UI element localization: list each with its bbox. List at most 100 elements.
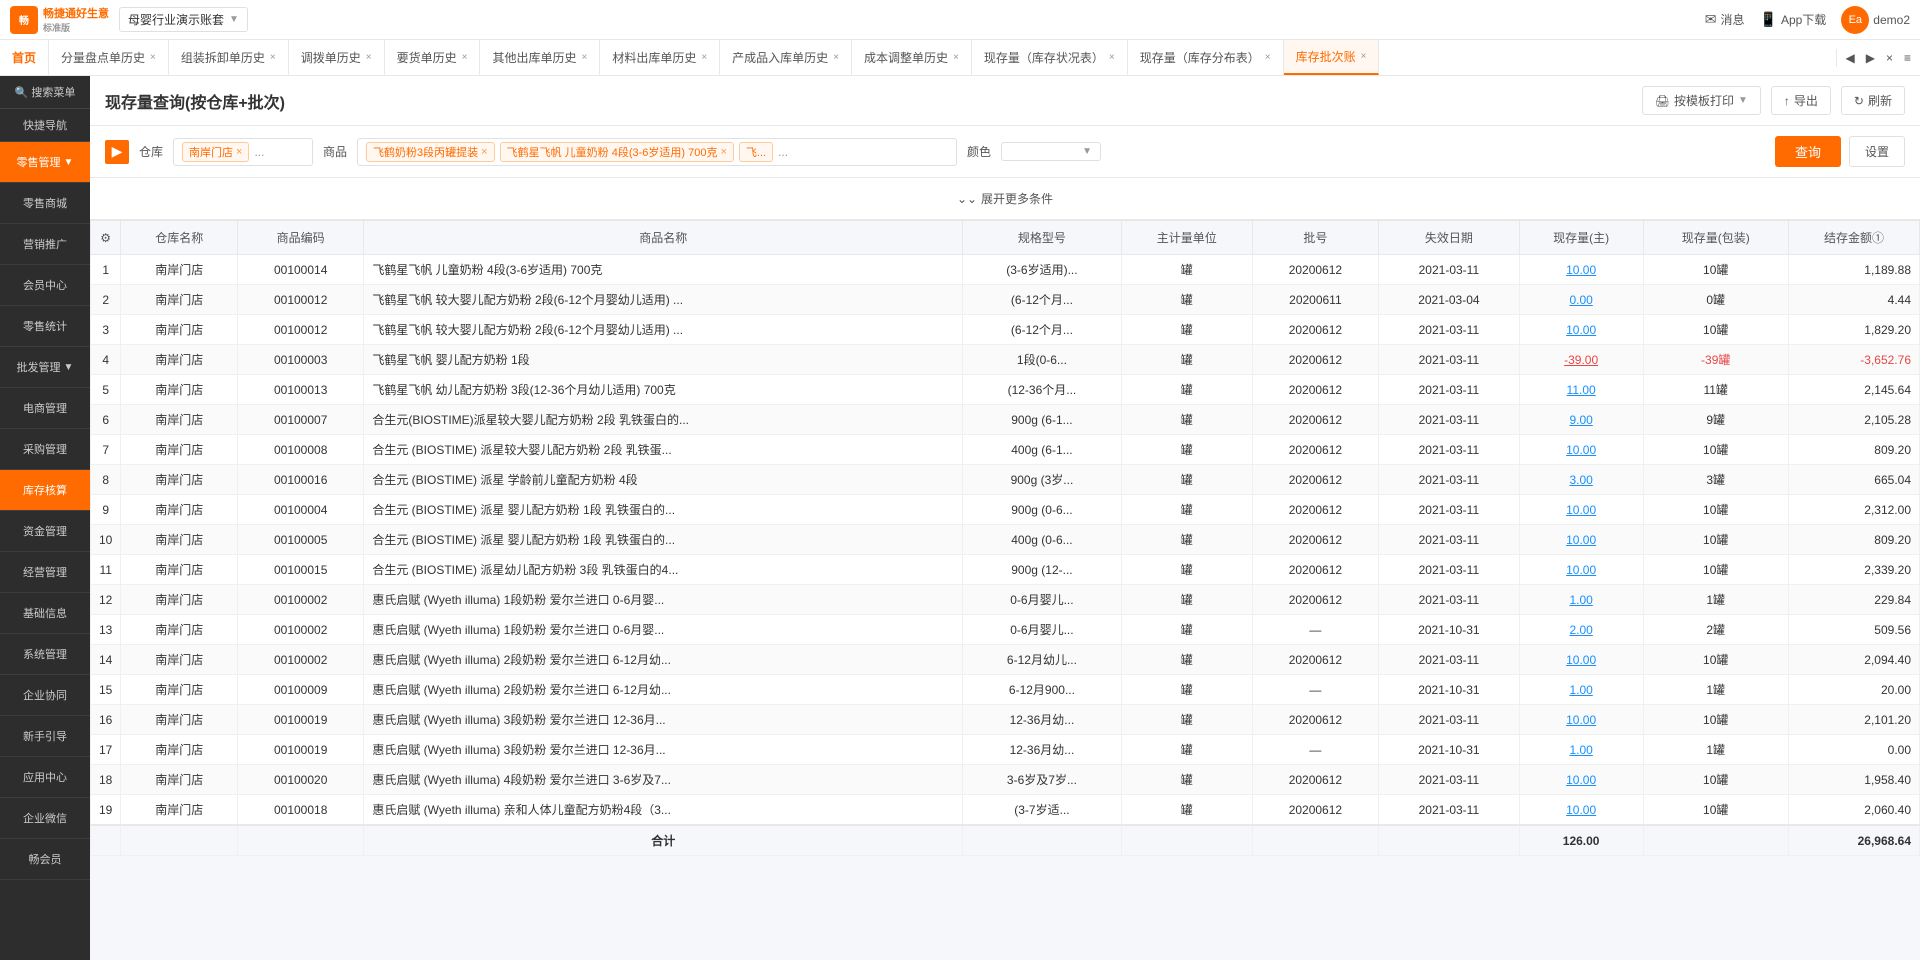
- search-button[interactable]: 查询: [1775, 136, 1841, 167]
- product-tag-close-2[interactable]: ×: [720, 146, 726, 158]
- tab-close-8[interactable]: ×: [953, 52, 959, 63]
- sidebar-search[interactable]: 🔍 搜索菜单: [0, 76, 90, 109]
- tab-10[interactable]: 现存量（库存分布表） ×: [1128, 40, 1284, 75]
- sidebar-item-wechat[interactable]: 企业微信: [0, 798, 90, 839]
- page-header: 现存量查询(按仓库+批次) 🖨 按模板打印 ▼ ↑ 导出 ↻ 刷新: [90, 76, 1920, 126]
- expand-more-button[interactable]: ⌄⌄ 展开更多条件: [949, 186, 1061, 211]
- user-menu[interactable]: Ea demo2: [1841, 6, 1910, 34]
- tab-close-9[interactable]: ×: [1109, 52, 1115, 63]
- warehouse-filter-label: 仓库: [139, 143, 163, 160]
- tab-close-2[interactable]: ×: [270, 52, 276, 63]
- cell-qty-main[interactable]: 10.00: [1519, 765, 1643, 795]
- tab-9[interactable]: 现存量（库存状况表） ×: [972, 40, 1128, 75]
- sidebar-item-member[interactable]: 会员中心: [0, 265, 90, 306]
- product-tag-2[interactable]: 飞鹤星飞帆 儿童奶粉 4段(3-6岁适用) 700克 ×: [500, 142, 734, 162]
- cell-qty-main[interactable]: 1.00: [1519, 585, 1643, 615]
- warehouse-tag-close[interactable]: ×: [236, 146, 242, 158]
- cell-qty-main[interactable]: -39.00: [1519, 345, 1643, 375]
- tab-close-3[interactable]: ×: [366, 52, 372, 63]
- sidebar-item-wholesale[interactable]: 批发管理 ▼: [0, 347, 90, 388]
- tab-home[interactable]: 首页: [0, 40, 49, 75]
- sidebar-item-enterprise[interactable]: 企业协同: [0, 675, 90, 716]
- tab-nav-left[interactable]: ◀: [1842, 49, 1859, 67]
- sidebar-item-inventory[interactable]: 库存核算: [0, 470, 90, 511]
- tab-close-11[interactable]: ×: [1361, 51, 1367, 62]
- color-filter-chevron[interactable]: ▼: [1082, 146, 1092, 157]
- app-download-button[interactable]: 📱 App下载: [1760, 11, 1827, 28]
- cell-qty-main[interactable]: 10.00: [1519, 705, 1643, 735]
- tab-close-6[interactable]: ×: [701, 52, 707, 63]
- cell-qty-main[interactable]: 3.00: [1519, 465, 1643, 495]
- tab-close-5[interactable]: ×: [581, 52, 587, 63]
- sidebar-item-finance[interactable]: 资金管理: [0, 511, 90, 552]
- cell-qty-main[interactable]: 10.00: [1519, 435, 1643, 465]
- sidebar-item-operations[interactable]: 经营管理: [0, 552, 90, 593]
- sidebar-item-basic-info[interactable]: 基础信息: [0, 593, 90, 634]
- warehouse-tag[interactable]: 南岸门店 ×: [182, 142, 249, 162]
- product-tag-more[interactable]: 飞...: [739, 142, 773, 162]
- warehouse-filter-input[interactable]: 南岸门店 × ...: [173, 138, 313, 166]
- tab-close-7[interactable]: ×: [833, 52, 839, 63]
- sidebar-quick-nav[interactable]: 快捷导航: [0, 109, 90, 142]
- sidebar-item-retail-stats[interactable]: 零售统计: [0, 306, 90, 347]
- sidebar-item-app-center[interactable]: 应用中心: [0, 757, 90, 798]
- tab-3[interactable]: 调拨单历史 ×: [289, 40, 385, 75]
- cell-qty-main[interactable]: 10.00: [1519, 795, 1643, 826]
- tab-2[interactable]: 组装拆卸单历史 ×: [169, 40, 289, 75]
- tab-4[interactable]: 要货单历史 ×: [385, 40, 481, 75]
- refresh-button[interactable]: ↻ 刷新: [1841, 86, 1905, 115]
- product-tag-close-1[interactable]: ×: [481, 146, 487, 158]
- cell-qty-main[interactable]: 1.00: [1519, 675, 1643, 705]
- message-button[interactable]: ✉ 消息: [1705, 11, 1745, 28]
- cell-qty-main[interactable]: 0.00: [1519, 285, 1643, 315]
- cell-qty-main[interactable]: 11.00: [1519, 375, 1643, 405]
- color-filter-input[interactable]: ▼: [1001, 142, 1101, 161]
- print-button[interactable]: 🖨 按模板打印 ▼: [1642, 86, 1761, 115]
- sidebar-item-marketing[interactable]: 营销推广: [0, 224, 90, 265]
- col-warehouse: 仓库名称: [121, 221, 238, 255]
- cell-expire: 2021-03-11: [1379, 435, 1520, 465]
- tab-close-4[interactable]: ×: [462, 52, 468, 63]
- tab-nav-close[interactable]: ×: [1882, 49, 1897, 67]
- tab-nav-right[interactable]: ▶: [1862, 49, 1879, 67]
- sidebar-item-ecommerce[interactable]: 电商管理: [0, 388, 90, 429]
- product-tag-1[interactable]: 飞鹤奶粉3段丙罐提装 ×: [366, 142, 495, 162]
- col-settings[interactable]: ⚙: [91, 221, 121, 255]
- cell-spec: 900g (6-1...: [963, 405, 1122, 435]
- cell-qty-main[interactable]: 9.00: [1519, 405, 1643, 435]
- cell-qty-main[interactable]: 2.00: [1519, 615, 1643, 645]
- sidebar-item-member2[interactable]: 畅会员: [0, 839, 90, 880]
- inventory-table: ⚙ 仓库名称 商品编码 商品名称 规格型号 主计量单位 批号 失效日期 现存量(…: [90, 220, 1920, 856]
- tab-nav-menu[interactable]: ≡: [1900, 49, 1915, 67]
- tab-7[interactable]: 产成品入库单历史 ×: [720, 40, 852, 75]
- cell-batch: —: [1252, 615, 1378, 645]
- tab-6[interactable]: 材料出库单历史 ×: [600, 40, 720, 75]
- cell-qty-main[interactable]: 10.00: [1519, 315, 1643, 345]
- tab-8[interactable]: 成本调整单历史 ×: [852, 40, 972, 75]
- tab-11[interactable]: 库存批次账 ×: [1284, 40, 1380, 75]
- cell-qty-main[interactable]: 10.00: [1519, 495, 1643, 525]
- product-filter-input[interactable]: 飞鹤奶粉3段丙罐提装 × 飞鹤星飞帆 儿童奶粉 4段(3-6岁适用) 700克 …: [357, 138, 957, 166]
- cell-qty-pkg: 10罐: [1643, 795, 1788, 826]
- filter-expand-arrow[interactable]: ▶: [105, 140, 129, 164]
- export-button[interactable]: ↑ 导出: [1771, 86, 1831, 115]
- sidebar-item-system[interactable]: 系统管理: [0, 634, 90, 675]
- cell-qty-main[interactable]: 1.00: [1519, 735, 1643, 765]
- tab-1[interactable]: 分量盘点单历史 ×: [49, 40, 169, 75]
- cell-qty-main[interactable]: 10.00: [1519, 645, 1643, 675]
- warehouse-more[interactable]: ...: [254, 145, 264, 159]
- tab-close-10[interactable]: ×: [1265, 52, 1271, 63]
- sidebar-item-purchase[interactable]: 采购管理: [0, 429, 90, 470]
- tab-5[interactable]: 其他出库单历史 ×: [480, 40, 600, 75]
- product-more-btn[interactable]: ...: [778, 145, 788, 159]
- sidebar-item-retail-mgmt[interactable]: 零售管理 ▼: [0, 142, 90, 183]
- sidebar-item-guide[interactable]: 新手引导: [0, 716, 90, 757]
- cell-qty-main[interactable]: 10.00: [1519, 525, 1643, 555]
- cell-qty-main[interactable]: 10.00: [1519, 255, 1643, 285]
- tab-close-1[interactable]: ×: [150, 52, 156, 63]
- industry-selector[interactable]: 母婴行业演示账套 ▼: [119, 7, 248, 32]
- cell-qty-main[interactable]: 10.00: [1519, 555, 1643, 585]
- col-qty-pkg: 现存量(包装): [1643, 221, 1788, 255]
- sidebar-item-retail-mall[interactable]: 零售商城: [0, 183, 90, 224]
- setting-button[interactable]: 设置: [1849, 136, 1905, 167]
